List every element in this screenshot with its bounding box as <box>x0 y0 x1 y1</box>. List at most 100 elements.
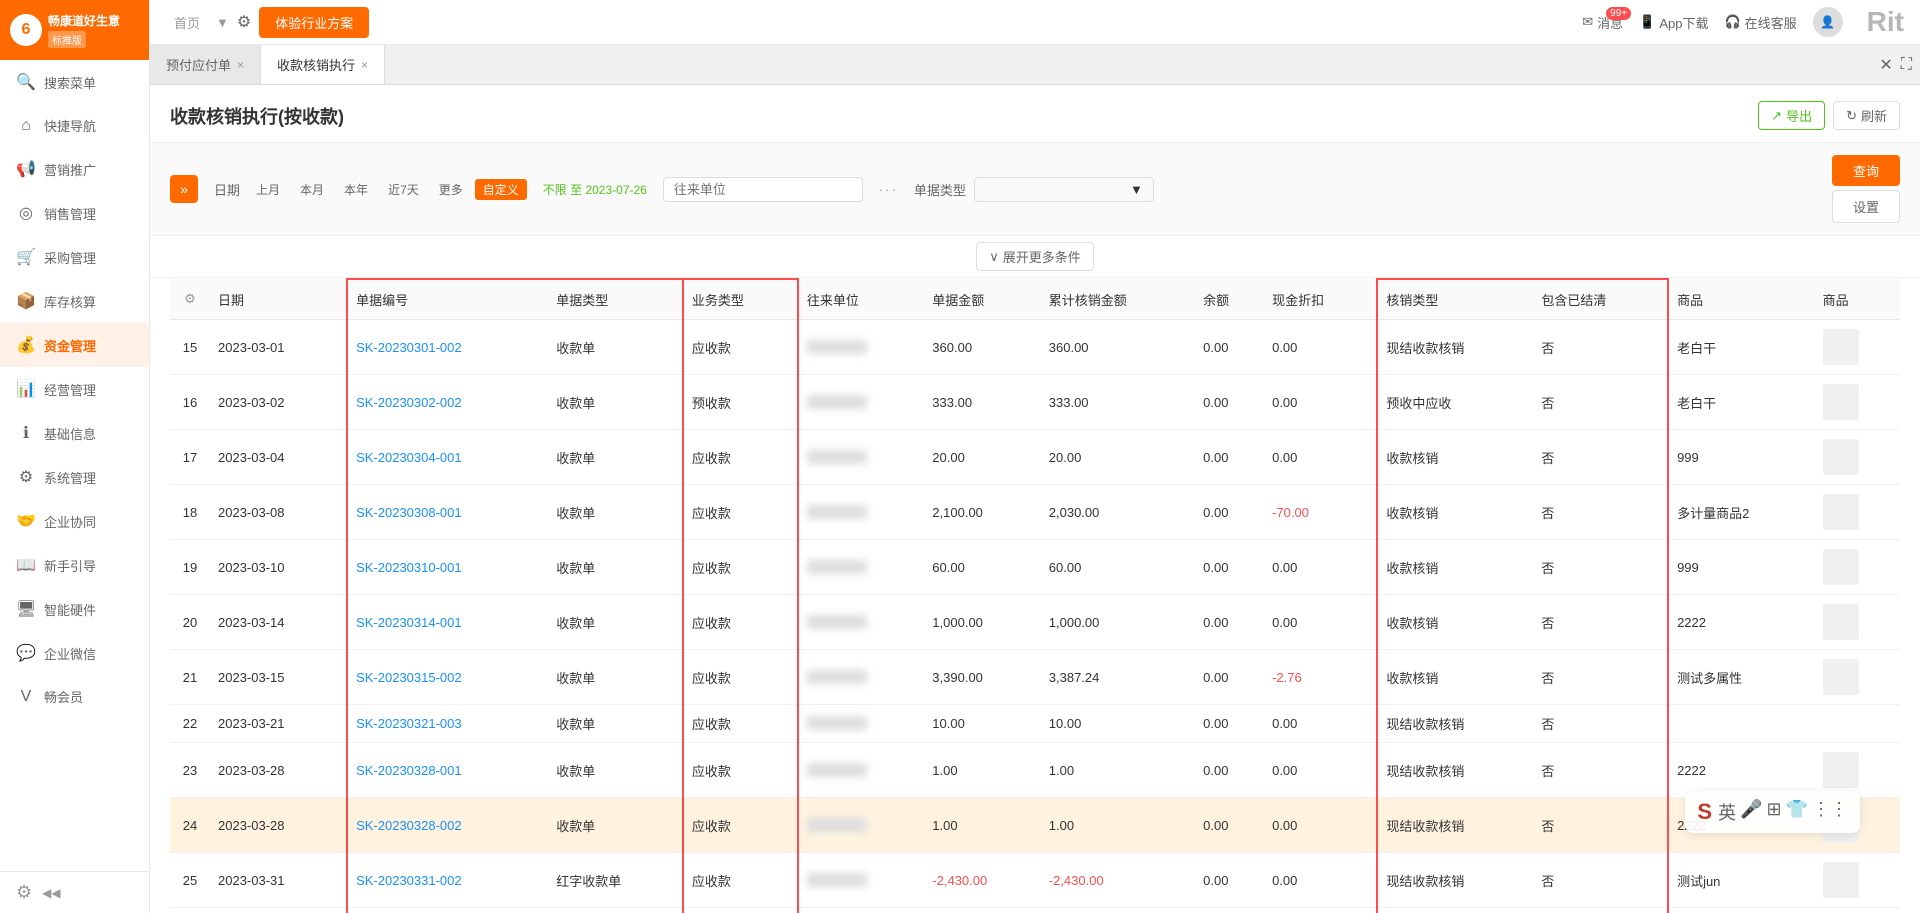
date-last-month[interactable]: 上月 <box>248 179 288 200</box>
bill-type-filter-group: 单据类型 ▼ <box>914 177 1154 202</box>
bill-type-select[interactable]: ▼ <box>974 177 1154 202</box>
bill-no-link[interactable]: SK-20230301-002 <box>356 340 462 355</box>
table-row: 20 2023-03-14 SK-20230314-001 收款单 应收款 1,… <box>170 595 1900 650</box>
bill-no-link[interactable]: SK-20230314-001 <box>356 615 462 630</box>
row-company <box>798 705 924 743</box>
bill-no-link[interactable]: SK-20230328-002 <box>356 818 462 833</box>
sidebar-item-basic-info[interactable]: ℹ 基础信息 <box>0 411 149 455</box>
row-date: 2023-03-01 <box>210 320 347 375</box>
row-bill-type: 收款单 <box>548 375 683 430</box>
sidebar: 6 畅康道好生意 标推版 🔍 搜索菜单⌂ 快捷导航📢 营销推广◎ 销售管理🛒 采… <box>0 0 150 913</box>
query-button[interactable]: 查询 <box>1832 155 1900 186</box>
bill-no-link[interactable]: SK-20230310-001 <box>356 560 462 575</box>
blurred-company <box>807 560 867 574</box>
collapse-icon[interactable]: ◀◀ <box>42 886 60 900</box>
sidebar-item-inventory[interactable]: 📦 库存核算 <box>0 279 149 323</box>
bill-no-link[interactable]: SK-20230331-002 <box>356 873 462 888</box>
row-discount: 0.00 <box>1264 430 1377 485</box>
row-verify-type: 现结收款核销 <box>1377 853 1533 908</box>
watermark-shirt-icon: 👕 <box>1786 799 1808 825</box>
date-this-year[interactable]: 本年 <box>336 179 376 200</box>
solution-button[interactable]: 体验行业方案 <box>259 7 369 38</box>
col-bill-type-header: 单据类型 <box>548 279 683 320</box>
expand-conditions-btn[interactable]: ∨ 展开更多条件 <box>976 242 1094 271</box>
row-balance: 0.00 <box>1195 743 1264 798</box>
home-breadcrumb[interactable]: 首页 <box>166 9 208 36</box>
row-company <box>798 908 924 913</box>
bill-type-label: 单据类型 <box>914 180 966 199</box>
sidebar-label-enterprise: 企业协同 <box>44 512 96 531</box>
sidebar-label-finance: 资金管理 <box>44 336 96 355</box>
row-amount: 333.00 <box>924 375 1040 430</box>
export-button[interactable]: ↗ 导出 <box>1758 101 1825 130</box>
settings-icon[interactable]: ⚙ <box>16 882 32 903</box>
online-service-button[interactable]: 🎧 在线客服 <box>1724 13 1796 32</box>
row-settled: 否 <box>1533 908 1668 913</box>
sidebar-item-purchase[interactable]: 🛒 采购管理 <box>0 235 149 279</box>
sidebar-item-guide[interactable]: 📖 新手引导 <box>0 543 149 587</box>
tab-receipt-verify[interactable]: 收款核销执行× <box>261 45 385 84</box>
bill-no-link[interactable]: SK-20230302-002 <box>356 395 462 410</box>
row-biz-type: 预收款 <box>683 908 798 913</box>
tab-close-receipt-verify[interactable]: × <box>361 58 368 72</box>
settings-button[interactable]: 设置 <box>1832 190 1900 223</box>
date-range-display: 不限 至 2023-07-26 <box>543 181 647 198</box>
bill-no-link[interactable]: SK-20230321-003 <box>356 716 462 731</box>
sidebar-item-finance[interactable]: 💰 资金管理 <box>0 323 149 367</box>
blurred-company <box>807 818 867 832</box>
sidebar-item-member[interactable]: V 畅会员 <box>0 675 149 718</box>
date-7days[interactable]: 近7天 <box>380 179 427 200</box>
table-wrapper[interactable]: ⚙ 日期 单据编号 单据类型 业务类型 往来单位 单据金额 累计核销金额 余额 … <box>150 278 1920 913</box>
sidebar-bottom: ⚙ ◀◀ <box>0 871 149 913</box>
expand-label: 展开更多条件 <box>1003 247 1081 266</box>
bill-no-link[interactable]: SK-20230328-001 <box>356 763 462 778</box>
col-verify-type-header: 核销类型 <box>1377 279 1533 320</box>
tab-prepay[interactable]: 预付应付单× <box>150 45 261 84</box>
filter-toggle-btn[interactable]: » <box>170 175 198 203</box>
row-date: 2023-03-10 <box>210 540 347 595</box>
row-biz-type: 应收款 <box>683 430 798 485</box>
app-download-button[interactable]: 📱 App下载 <box>1639 13 1708 32</box>
sidebar-icon-member: V <box>16 688 36 706</box>
page-title: 收款核销执行(按收款) <box>170 103 344 129</box>
sidebar-item-sales[interactable]: ◎ 销售管理 <box>0 191 149 235</box>
sidebar-icon-quick-nav: ⌂ <box>16 117 36 135</box>
date-custom[interactable]: 自定义 <box>475 179 527 200</box>
tabs-bar: 预付应付单×收款核销执行× ✕ ⛶ <box>150 45 1920 85</box>
refresh-button[interactable]: ↻ 刷新 <box>1833 101 1900 130</box>
sidebar-item-search[interactable]: 🔍 搜索菜单 <box>0 60 149 104</box>
date-more[interactable]: 更多 <box>431 179 471 200</box>
bill-no-link[interactable]: SK-20230315-002 <box>356 670 462 685</box>
row-verify-type: 预收中应收 <box>1377 375 1533 430</box>
message-button[interactable]: ✉ 消息 99+ <box>1582 13 1623 32</box>
sidebar-item-quick-nav[interactable]: ⌂ 快捷导航 <box>0 104 149 147</box>
sidebar-item-wechat[interactable]: 💬 企业微信 <box>0 631 149 675</box>
goods-thumbnail <box>1823 494 1859 530</box>
row-num: 23 <box>170 743 210 798</box>
row-goods1: 2222 <box>1668 595 1815 650</box>
user-avatar[interactable]: 👤 <box>1813 7 1843 37</box>
bill-no-link[interactable]: SK-20230304-001 <box>356 450 462 465</box>
sidebar-item-hardware[interactable]: 🖥 智能硬件 <box>0 587 149 631</box>
logo-text: 畅康道好生意 标推版 <box>48 12 120 48</box>
company-input[interactable] <box>663 177 863 202</box>
row-balance: 0.00 <box>1195 650 1264 705</box>
sidebar-item-marketing[interactable]: 📢 营销推广 <box>0 147 149 191</box>
tab-close-prepay[interactable]: × <box>237 58 244 72</box>
sidebar-item-operations[interactable]: 📊 经营管理 <box>0 367 149 411</box>
row-company <box>798 743 924 798</box>
topbar-dropdown[interactable]: ▼ <box>216 15 229 30</box>
col-setting[interactable]: ⚙ <box>170 279 210 320</box>
date-this-month[interactable]: 本月 <box>292 179 332 200</box>
row-goods1: 测试jun <box>1668 853 1815 908</box>
maximize-icon[interactable]: ⛶ <box>1901 56 1912 74</box>
row-bill-no: SK-20230328-001 <box>347 743 548 798</box>
bill-no-link[interactable]: SK-20230308-001 <box>356 505 462 520</box>
topbar-settings-icon[interactable]: ⚙ <box>237 12 251 32</box>
close-tab-icon[interactable]: ✕ <box>1879 55 1892 75</box>
sidebar-item-system[interactable]: ⚙ 系统管理 <box>0 455 149 499</box>
row-goods2 <box>1815 485 1900 540</box>
sidebar-item-enterprise[interactable]: 🤝 企业协同 <box>0 499 149 543</box>
row-company <box>798 798 924 853</box>
row-bill-type: 收款单 <box>548 743 683 798</box>
